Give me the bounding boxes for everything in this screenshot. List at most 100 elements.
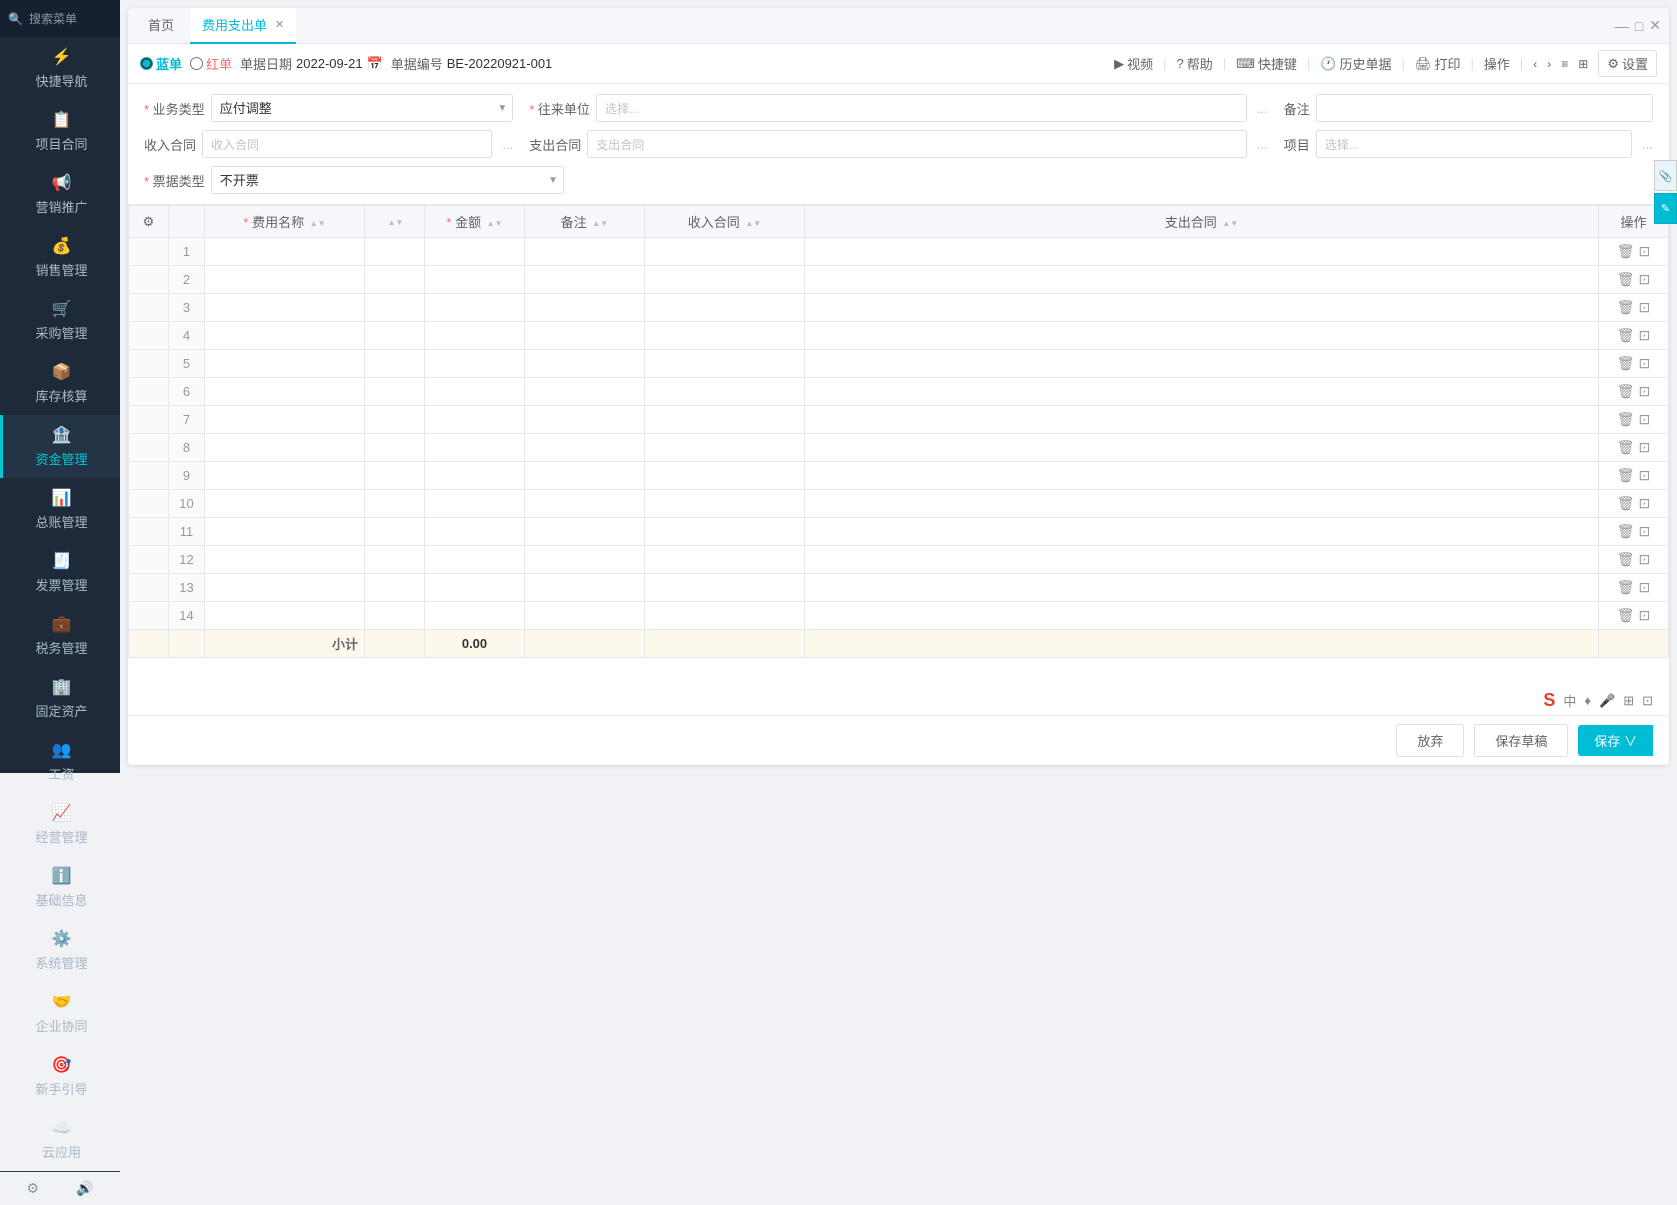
blue-radio[interactable]: [140, 57, 153, 70]
copy-row-btn[interactable]: ⊡: [1639, 355, 1651, 372]
sidebar-item-quick-nav[interactable]: ⚡快捷导航: [0, 37, 120, 100]
sidebar-search[interactable]: 🔍 搜索菜单: [0, 0, 120, 37]
expense-contract-dots[interactable]: ...: [1257, 137, 1268, 152]
copy-row-btn[interactable]: ⊡: [1639, 579, 1651, 596]
window-minimize-icon[interactable]: —: [1615, 18, 1629, 34]
copy-row-btn[interactable]: ⊡: [1639, 551, 1651, 568]
copy-row-btn[interactable]: ⊡: [1639, 243, 1651, 260]
row-memo-cell[interactable]: [525, 266, 645, 294]
grid-view-btn[interactable]: ⊞: [1578, 57, 1588, 71]
sidebar-item-fixed-assets[interactable]: 🏢固定资产: [0, 667, 120, 730]
sidebar-item-accounting[interactable]: 📊总账管理: [0, 478, 120, 541]
invoice-type-select[interactable]: 不开票: [211, 166, 564, 194]
help-btn[interactable]: ? 帮助: [1177, 54, 1213, 73]
row-expense-cell[interactable]: [805, 434, 1599, 462]
tab-close-icon[interactable]: ✕: [275, 18, 284, 31]
row-income-cell[interactable]: [645, 406, 805, 434]
red-radio-label[interactable]: 红单: [190, 54, 232, 73]
copy-row-btn[interactable]: ⊡: [1639, 411, 1651, 428]
floating-tab-1[interactable]: 📎: [1654, 160, 1677, 191]
th-setting[interactable]: ⚙: [129, 206, 169, 238]
memo-input[interactable]: [1316, 94, 1653, 122]
business-type-select[interactable]: 应付调整: [211, 94, 514, 122]
row-expense-cell[interactable]: [805, 266, 1599, 294]
row-income-cell[interactable]: [645, 462, 805, 490]
expense-contract-input[interactable]: 支出合同: [587, 130, 1247, 158]
list-view-btn[interactable]: ≡: [1561, 57, 1568, 71]
delete-row-btn[interactable]: 🗑: [1617, 271, 1635, 288]
row-expense-name-cell[interactable]: [205, 462, 365, 490]
row-income-cell[interactable]: [645, 602, 805, 630]
sidebar-item-basic-info[interactable]: ℹ️基础信息: [0, 856, 120, 919]
row-memo-cell[interactable]: [525, 350, 645, 378]
red-radio[interactable]: [190, 57, 203, 70]
sidebar-item-cloud[interactable]: ☁️云应用: [0, 1108, 120, 1171]
row-amount-cell[interactable]: [425, 462, 525, 490]
delete-row-btn[interactable]: 🗑: [1617, 327, 1635, 344]
row-expense-cell[interactable]: [805, 350, 1599, 378]
sort-arrows-expense[interactable]: ▲▼: [1222, 220, 1238, 228]
row-amount-cell[interactable]: [425, 434, 525, 462]
delete-row-btn[interactable]: 🗑: [1617, 439, 1635, 456]
delete-row-btn[interactable]: 🗑: [1617, 243, 1635, 260]
row-expense-name-cell[interactable]: [205, 406, 365, 434]
row-expense-name-cell[interactable]: [205, 546, 365, 574]
sidebar-item-purchase[interactable]: 🛒采购管理: [0, 289, 120, 352]
row-expense-cell[interactable]: [805, 546, 1599, 574]
project-dots[interactable]: ...: [1642, 137, 1653, 152]
row-amount-cell[interactable]: [425, 490, 525, 518]
row-memo-cell[interactable]: [525, 574, 645, 602]
floating-tab-2[interactable]: ✎: [1654, 193, 1677, 224]
sort-arrows-amount[interactable]: ▲▼: [487, 220, 503, 228]
sidebar-item-marketing[interactable]: 📢营销推广: [0, 163, 120, 226]
row-expense-name-cell[interactable]: [205, 378, 365, 406]
sidebar-item-business[interactable]: 📈经营管理: [0, 793, 120, 856]
calendar-icon[interactable]: 📅: [367, 56, 383, 72]
sidebar-item-project-contract[interactable]: 📋项目合同: [0, 100, 120, 163]
row-expense-cell[interactable]: [805, 406, 1599, 434]
row-expense-name-cell[interactable]: [205, 238, 365, 266]
delete-row-btn[interactable]: 🗑: [1617, 607, 1635, 624]
row-memo-cell[interactable]: [525, 294, 645, 322]
row-income-cell[interactable]: [645, 322, 805, 350]
row-expense-cell[interactable]: [805, 294, 1599, 322]
income-contract-input[interactable]: 收入合同: [202, 130, 492, 158]
delete-row-btn[interactable]: 🗑: [1617, 551, 1635, 568]
row-expense-name-cell[interactable]: [205, 490, 365, 518]
nav-prev-btn[interactable]: ‹: [1533, 57, 1537, 71]
row-memo-cell[interactable]: [525, 462, 645, 490]
tab-home[interactable]: 首页: [136, 8, 186, 44]
nav-next-btn[interactable]: ›: [1547, 57, 1551, 71]
row-income-cell[interactable]: [645, 238, 805, 266]
row-expense-name-cell[interactable]: [205, 294, 365, 322]
delete-row-btn[interactable]: 🗑: [1617, 299, 1635, 316]
sidebar-item-tax[interactable]: 💼税务管理: [0, 604, 120, 667]
copy-row-btn[interactable]: ⊡: [1639, 271, 1651, 288]
sidebar-item-enterprise[interactable]: 🤝企业协同: [0, 982, 120, 1045]
row-amount-cell[interactable]: [425, 406, 525, 434]
sound-icon[interactable]: 🔊: [76, 1180, 93, 1197]
save-button[interactable]: 保存 ∨: [1578, 725, 1653, 756]
row-expense-cell[interactable]: [805, 518, 1599, 546]
delete-row-btn[interactable]: 🗑: [1617, 495, 1635, 512]
row-income-cell[interactable]: [645, 434, 805, 462]
row-memo-cell[interactable]: [525, 378, 645, 406]
sort-arrows[interactable]: ▲▼: [388, 219, 404, 227]
copy-row-btn[interactable]: ⊡: [1639, 327, 1651, 344]
row-expense-cell[interactable]: [805, 378, 1599, 406]
delete-row-btn[interactable]: 🗑: [1617, 355, 1635, 372]
row-expense-cell[interactable]: [805, 322, 1599, 350]
copy-row-btn[interactable]: ⊡: [1639, 523, 1651, 540]
row-memo-cell[interactable]: [525, 490, 645, 518]
row-expense-cell[interactable]: [805, 574, 1599, 602]
tab-expense[interactable]: 费用支出单 ✕: [190, 8, 296, 44]
project-input[interactable]: 选择...: [1316, 130, 1632, 158]
copy-row-btn[interactable]: ⊡: [1639, 439, 1651, 456]
row-income-cell[interactable]: [645, 490, 805, 518]
delete-row-btn[interactable]: 🗑: [1617, 383, 1635, 400]
row-memo-cell[interactable]: [525, 518, 645, 546]
row-expense-name-cell[interactable]: [205, 266, 365, 294]
row-expense-name-cell[interactable]: [205, 434, 365, 462]
copy-row-btn[interactable]: ⊡: [1639, 299, 1651, 316]
delete-row-btn[interactable]: 🗑: [1617, 579, 1635, 596]
